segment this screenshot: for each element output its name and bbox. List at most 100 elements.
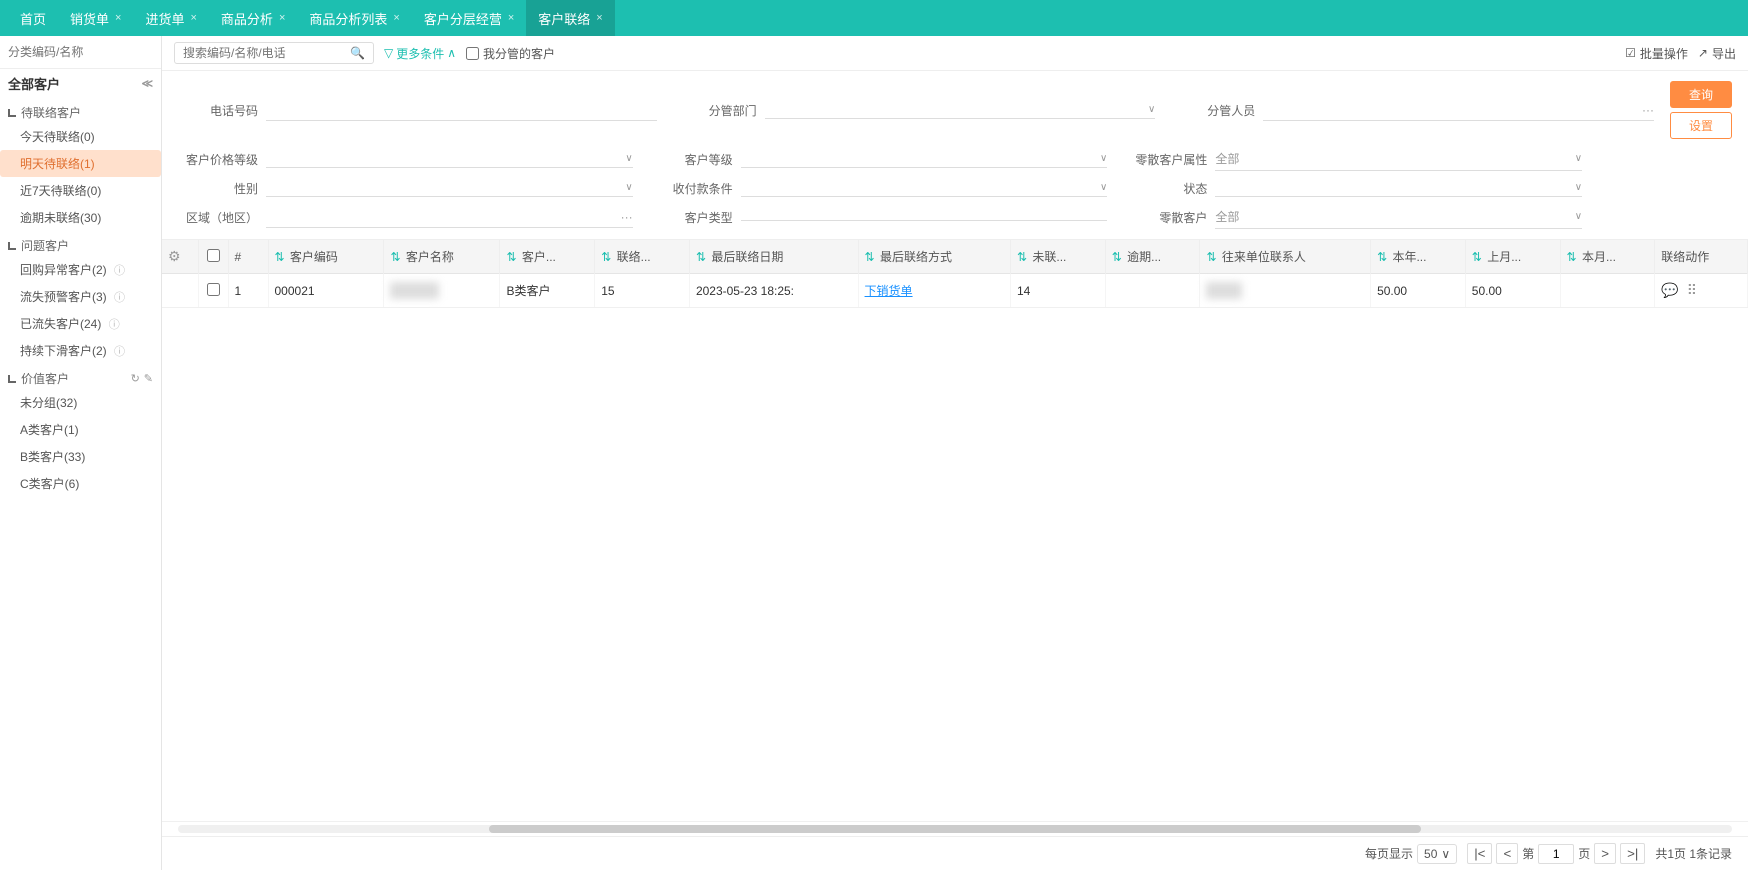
sidebar-item-declining[interactable]: 持续下滑客户(2) ⓘ bbox=[0, 337, 161, 364]
sort-icon-method[interactable]: ⇅ bbox=[865, 250, 875, 264]
customer-grade-select[interactable]: ∨ bbox=[741, 150, 1108, 168]
sidebar-item-overdue-contact[interactable]: 逾期未联络(30) bbox=[0, 204, 161, 231]
row-last-method[interactable]: 下销货单 bbox=[858, 274, 1010, 308]
nav-product-analysis-list[interactable]: 商品分析列表 × bbox=[297, 0, 411, 36]
sort-icon-no-contact[interactable]: ⇅ bbox=[1017, 250, 1027, 264]
region-more-icon[interactable]: ··· bbox=[621, 210, 633, 224]
search-box[interactable]: 🔍 bbox=[174, 42, 374, 64]
row-checkbox[interactable] bbox=[207, 283, 220, 296]
reset-button[interactable]: 设置 bbox=[1670, 112, 1732, 139]
my-customer-checkbox-label[interactable]: 我分管的客户 bbox=[466, 45, 555, 62]
filter-row-3: 性别 ∨ 收付款条件 ∨ 状态 bbox=[178, 179, 1732, 197]
horizontal-scrollbar[interactable] bbox=[162, 821, 1748, 836]
region-select[interactable]: ··· bbox=[266, 207, 633, 228]
page-number-input[interactable] bbox=[1538, 844, 1574, 864]
sort-icon-overdue[interactable]: ⇅ bbox=[1112, 250, 1122, 264]
dept-select[interactable]: ∨ bbox=[765, 101, 1156, 119]
sort-icon-contact[interactable]: ⇅ bbox=[601, 250, 611, 264]
sidebar: 🔍 全部客户 ≪ 待联络客户 今天待联络(0) 明天待联络(1) 近7天待联络(… bbox=[0, 36, 162, 870]
page-size-box[interactable]: 50 ∨ bbox=[1417, 844, 1457, 864]
status-select[interactable]: ∨ bbox=[1215, 179, 1582, 197]
sort-icon-type[interactable]: ⇅ bbox=[506, 250, 516, 264]
sidebar-item-c-class[interactable]: C类客户(6) bbox=[0, 470, 161, 497]
row-action-more-icon[interactable]: ⠿ bbox=[1687, 282, 1697, 299]
page-unit: 页 bbox=[1578, 845, 1590, 862]
sidebar-item-tomorrow-contact[interactable]: 明天待联络(1) bbox=[0, 150, 161, 177]
sidebar-search-area: 🔍 bbox=[0, 36, 161, 69]
this-year-column-header: ⇅ 本年... bbox=[1371, 240, 1466, 274]
customer-type-label: 客户类型 bbox=[653, 209, 733, 226]
sort-icon-date[interactable]: ⇅ bbox=[696, 250, 706, 264]
close-purchase-order-icon[interactable]: × bbox=[190, 12, 196, 24]
price-grade-select[interactable]: ∨ bbox=[266, 150, 633, 168]
checkbox-column-header[interactable] bbox=[198, 240, 228, 274]
select-all-checkbox[interactable] bbox=[207, 249, 220, 262]
row-last-month: 50.00 bbox=[1465, 274, 1560, 308]
value-refresh-icon[interactable]: ↻ bbox=[131, 372, 140, 385]
sidebar-item-b-class[interactable]: B类客户(33) bbox=[0, 443, 161, 470]
scroll-thumb[interactable] bbox=[489, 825, 1421, 833]
sidebar-item-7day-contact[interactable]: 近7天待联络(0) bbox=[0, 177, 161, 204]
filter-cell-manager: 分管人员 ··· bbox=[1175, 100, 1654, 121]
customer-type-select[interactable] bbox=[741, 214, 1108, 221]
nav-home[interactable]: 首页 bbox=[8, 0, 58, 36]
sidebar-item-churned[interactable]: 已流失客户(24) ⓘ bbox=[0, 310, 161, 337]
nav-product-analysis[interactable]: 商品分析 × bbox=[209, 0, 297, 36]
all-customers-header[interactable]: 全部客户 ≪ bbox=[0, 69, 161, 98]
row-action-chat-icon[interactable]: 💬 bbox=[1661, 282, 1678, 299]
more-filter-button[interactable]: ▽ 更多条件 ∧ bbox=[384, 45, 456, 62]
next-page-button[interactable]: > bbox=[1594, 843, 1616, 864]
sort-icon-code[interactable]: ⇅ bbox=[275, 250, 285, 264]
export-button[interactable]: ↗ 导出 bbox=[1698, 45, 1736, 62]
sort-icon-this-month[interactable]: ⇅ bbox=[1567, 250, 1577, 264]
sidebar-search-input[interactable] bbox=[8, 45, 162, 59]
row-checkbox-cell[interactable] bbox=[198, 274, 228, 308]
nav-customer-contact[interactable]: 客户联络 × bbox=[526, 0, 614, 36]
manager-more-icon[interactable]: ··· bbox=[1642, 103, 1654, 117]
sort-icon-unit[interactable]: ⇅ bbox=[1206, 250, 1216, 264]
sort-icon-last-month[interactable]: ⇅ bbox=[1472, 250, 1482, 264]
pending-section-title: 待联络客户 bbox=[0, 98, 161, 123]
contact-column-header: ⇅ 联络... bbox=[595, 240, 690, 274]
sidebar-item-ungrouped[interactable]: 未分组(32) bbox=[0, 389, 161, 416]
retail-customer-select[interactable]: 全部 ∨ bbox=[1215, 205, 1582, 229]
manager-select[interactable]: ··· bbox=[1263, 100, 1654, 121]
filter-cell-gender: 性别 ∨ bbox=[178, 179, 633, 197]
sidebar-item-a-class[interactable]: A类客户(1) bbox=[0, 416, 161, 443]
dept-down-icon: ∨ bbox=[1148, 104, 1155, 115]
sidebar-item-churn-warning[interactable]: 流失预警客户(3) ⓘ bbox=[0, 283, 161, 310]
sort-icon-name[interactable]: ⇅ bbox=[390, 250, 400, 264]
query-button[interactable]: 查询 bbox=[1670, 81, 1732, 108]
close-product-analysis-icon[interactable]: × bbox=[279, 12, 285, 24]
gender-select[interactable]: ∨ bbox=[266, 179, 633, 197]
close-product-list-icon[interactable]: × bbox=[393, 12, 399, 24]
settings-column-header[interactable]: ⚙ bbox=[162, 240, 198, 274]
value-edit-icon[interactable]: ✎ bbox=[144, 372, 153, 385]
my-customer-checkbox[interactable] bbox=[466, 47, 479, 60]
main-search-input[interactable] bbox=[183, 46, 350, 60]
sidebar-item-repurchase-abnormal[interactable]: 回购异常客户(2) ⓘ bbox=[0, 256, 161, 283]
row-actions: 💬 ⠿ bbox=[1655, 274, 1748, 308]
payment-select[interactable]: ∨ bbox=[741, 179, 1108, 197]
nav-purchase-order[interactable]: 进货单 × bbox=[133, 0, 208, 36]
close-tiering-icon[interactable]: × bbox=[508, 12, 514, 24]
close-contact-icon[interactable]: × bbox=[596, 12, 602, 24]
last-method-link[interactable]: 下销货单 bbox=[865, 284, 913, 298]
sidebar-item-today-contact[interactable]: 今天待联络(0) bbox=[0, 123, 161, 150]
retail-attr-select[interactable]: 全部 ∨ bbox=[1215, 147, 1582, 171]
first-page-button[interactable]: |< bbox=[1467, 843, 1492, 864]
settings-gear-icon[interactable]: ⚙ bbox=[168, 248, 181, 264]
main-search-icon[interactable]: 🔍 bbox=[350, 46, 365, 60]
batch-operation-button[interactable]: ☑ 批量操作 bbox=[1625, 45, 1688, 62]
payment-label: 收付款条件 bbox=[653, 180, 733, 197]
last-page-button[interactable]: >| bbox=[1620, 843, 1645, 864]
sort-icon-year[interactable]: ⇅ bbox=[1377, 250, 1387, 264]
phone-input[interactable] bbox=[266, 100, 657, 121]
nav-customer-tiering[interactable]: 客户分层经营 × bbox=[412, 0, 526, 36]
close-sales-order-icon[interactable]: × bbox=[115, 12, 121, 24]
row-name[interactable]: 客户名称 bbox=[384, 274, 500, 308]
prev-page-button[interactable]: < bbox=[1496, 843, 1518, 864]
payment-down-icon: ∨ bbox=[1100, 182, 1107, 193]
checkbox-icon: ☑ bbox=[1625, 46, 1636, 60]
nav-sales-order[interactable]: 销货单 × bbox=[58, 0, 133, 36]
